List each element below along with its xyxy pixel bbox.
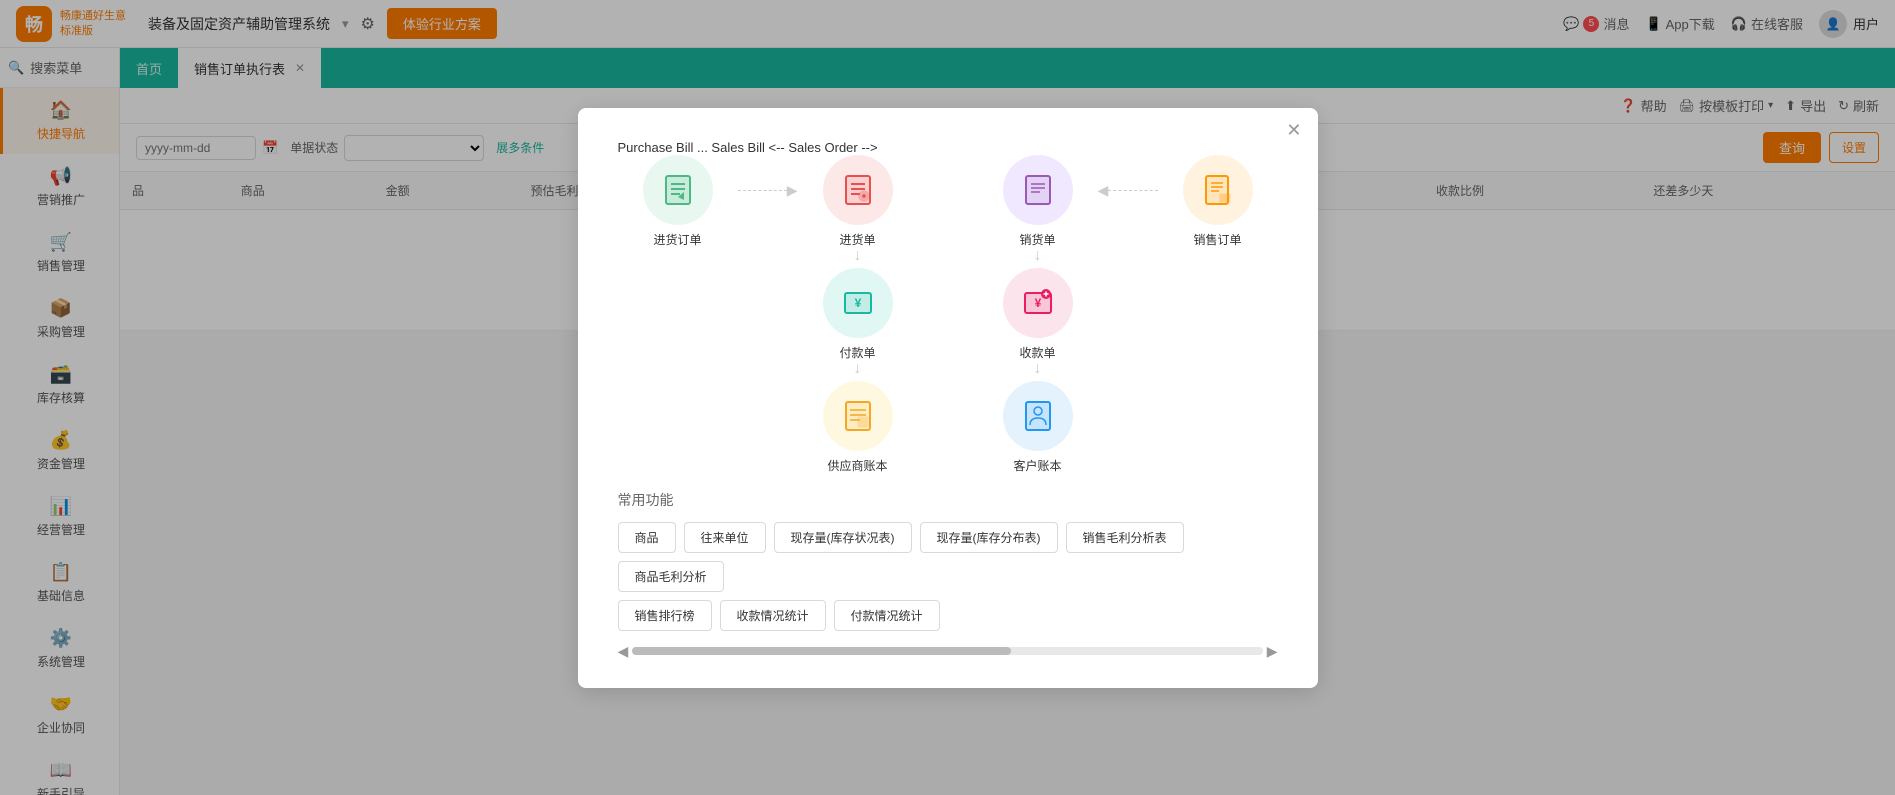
sales-order-label: 销售订单 <box>1193 231 1241 248</box>
flow-diagram: Purchase Bill ... Sales Bill <-- Sales O… <box>618 140 1278 474</box>
common-functions: 常用功能 商品 往来单位 现存量(库存状况表) 现存量(库存分布表) 销售毛利分… <box>618 490 1278 631</box>
svg-text:¥: ¥ <box>1034 296 1041 310</box>
func-btn-payment-stats[interactable]: 付款情况统计 <box>834 600 940 631</box>
func-btn-partners[interactable]: 往来单位 <box>684 522 766 553</box>
func-btn-stock-status[interactable]: 现存量(库存状况表) <box>774 522 912 553</box>
arrow-down-rec: ↓ <box>978 361 1098 377</box>
scroll-left-button[interactable]: ◀ <box>618 643 629 660</box>
arrow-po-to-pb: ▶ <box>738 182 798 199</box>
purchase-bill-circle[interactable] <box>823 155 893 225</box>
customer-ledger-node: 客户账本 <box>978 381 1098 474</box>
sales-order-node: 销售订单 <box>1158 155 1278 248</box>
func-btn-product-profit[interactable]: 商品毛利分析 <box>618 561 724 592</box>
sales-bill-circle[interactable] <box>1003 155 1073 225</box>
modal-scroll: ◀ ▶ <box>618 639 1278 668</box>
flow-row-arrows: ↓ ↓ <box>618 248 1278 264</box>
flow-row-1: 进货订单 ▶ <box>618 155 1278 248</box>
purchase-order-label: 进货订单 <box>653 231 701 248</box>
flow-row-2: ¥ 付款单 ¥ <box>618 268 1278 361</box>
func-btn-stock-dist[interactable]: 现存量(库存分布表) <box>920 522 1058 553</box>
supplier-ledger-node: 供应商账本 <box>798 381 918 474</box>
purchase-bill-node: 进货单 <box>798 155 918 248</box>
func-btn-receipt-stats[interactable]: 收款情况统计 <box>720 600 826 631</box>
receipt-bill-circle[interactable]: ¥ <box>1003 268 1073 338</box>
payment-bill-label: 付款单 <box>839 344 875 361</box>
customer-ledger-label: 客户账本 <box>1013 457 1061 474</box>
modal-overlay[interactable]: ✕ Purchase Bill ... Sales Bill <-- Sales… <box>0 0 1895 795</box>
scroll-right-button[interactable]: ▶ <box>1267 643 1278 660</box>
purchase-order-circle[interactable] <box>643 155 713 225</box>
scroll-thumb <box>632 647 1010 655</box>
flow-row-3: 供应商账本 客户账本 <box>618 381 1278 474</box>
modal-close-button[interactable]: ✕ <box>1286 120 1301 141</box>
sales-bill-label: 销货单 <box>1019 231 1055 248</box>
func-btn-sales-profit-analysis[interactable]: 销售毛利分析表 <box>1066 522 1184 553</box>
payment-bill-circle[interactable]: ¥ <box>823 268 893 338</box>
sales-bill-node: 销货单 <box>978 155 1098 248</box>
function-btns-row2: 销售排行榜 收款情况统计 付款情况统计 <box>618 600 1278 631</box>
purchase-bill-label: 进货单 <box>839 231 875 248</box>
purchase-order-node: 进货订单 <box>618 155 738 248</box>
flow-modal: ✕ Purchase Bill ... Sales Bill <-- Sales… <box>578 108 1318 688</box>
receipt-bill-label: 收款单 <box>1019 344 1055 361</box>
arrow-so-to-sb: ◀ <box>1098 182 1158 199</box>
arrow-down-pay: ↓ <box>798 361 918 377</box>
func-btn-products[interactable]: 商品 <box>618 522 676 553</box>
arrow-down-pb: ↓ <box>798 248 918 264</box>
customer-ledger-circle[interactable] <box>1003 381 1073 451</box>
flow-row-arrows-2: ↓ ↓ <box>618 361 1278 377</box>
func-btn-sales-ranking[interactable]: 销售排行榜 <box>618 600 712 631</box>
svg-text:¥: ¥ <box>854 296 861 310</box>
scroll-controls: ◀ ▶ <box>618 643 1278 660</box>
supplier-ledger-label: 供应商账本 <box>827 457 887 474</box>
supplier-ledger-circle[interactable] <box>823 381 893 451</box>
scroll-track[interactable] <box>632 647 1262 655</box>
sales-order-circle[interactable] <box>1183 155 1253 225</box>
payment-bill-node: ¥ 付款单 <box>798 268 918 361</box>
arrow-down-sb: ↓ <box>978 248 1098 264</box>
modal-body: Purchase Bill ... Sales Bill <-- Sales O… <box>578 108 1318 688</box>
function-btns-row1: 商品 往来单位 现存量(库存状况表) 现存量(库存分布表) 销售毛利分析表 商品… <box>618 522 1278 592</box>
common-functions-title: 常用功能 <box>618 490 1278 510</box>
receipt-bill-node: ¥ 收款单 <box>978 268 1098 361</box>
